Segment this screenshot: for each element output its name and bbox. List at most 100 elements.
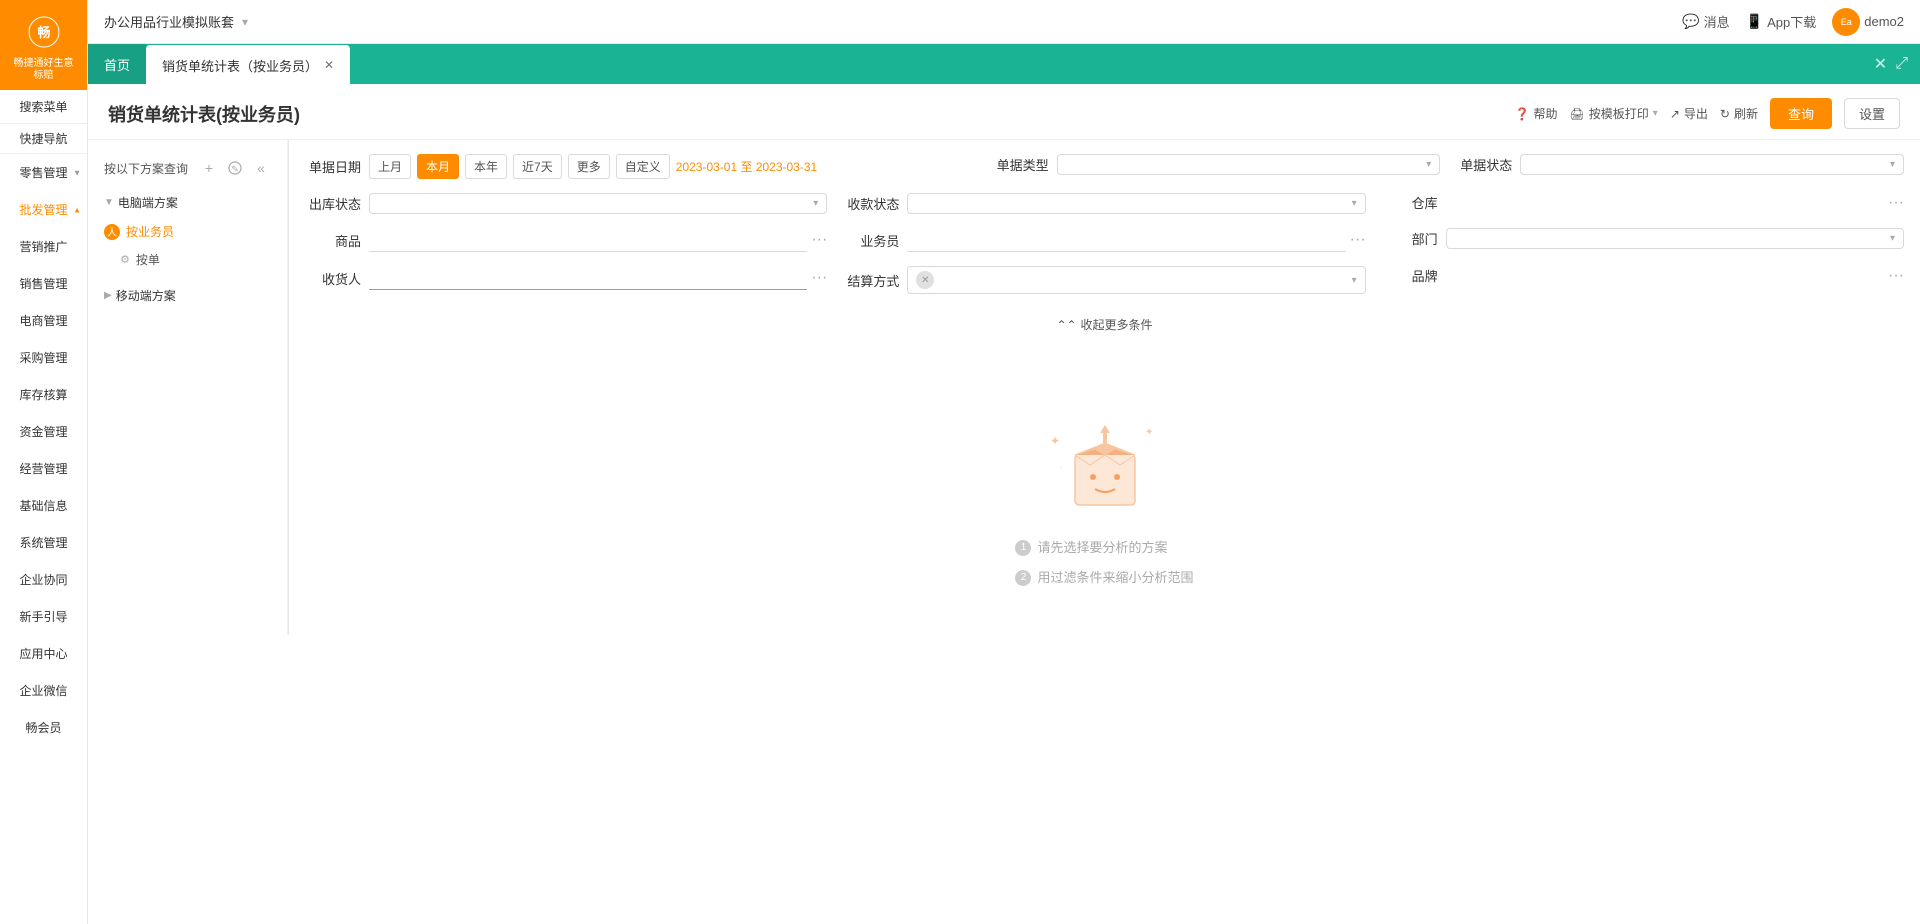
date-btn-this-year[interactable]: 本年	[465, 154, 507, 179]
scheme-item-by-doc-label: 按单	[136, 251, 160, 268]
sidebar-item-guide[interactable]: 新手引导	[0, 598, 87, 635]
goods-dots[interactable]: ···	[811, 231, 827, 249]
date-btn-more[interactable]: 更多	[568, 154, 610, 179]
tab-close-window-icon[interactable]: ✕	[1874, 54, 1887, 74]
out-status-select[interactable]: ▾	[369, 193, 827, 214]
tab-maximize-icon[interactable]: ⤢	[1895, 55, 1908, 73]
consignee-label: 收货人	[305, 269, 361, 288]
pc-scheme-title[interactable]: ▼ 电脑端方案	[88, 188, 287, 217]
mobile-scheme-arrow: ▶	[104, 290, 112, 301]
topbar-user[interactable]: Ea demo2	[1832, 8, 1904, 36]
receipt-status-select[interactable]: ▾	[907, 193, 1365, 214]
message-icon: 💬	[1682, 13, 1699, 30]
doc-status-label: 单据状态	[1456, 155, 1512, 174]
topbar-app-download[interactable]: 📱 App下载	[1746, 12, 1817, 31]
sidebar-item-operation[interactable]: 经营管理	[0, 450, 87, 487]
sidebar-item-ecommerce[interactable]: 电商管理	[0, 302, 87, 339]
sidebar-item-wechat[interactable]: 企业微信	[0, 672, 87, 709]
print-button[interactable]: 🖨 按模板打印 ▾	[1570, 105, 1658, 122]
query-button[interactable]: 查询	[1770, 98, 1832, 129]
topbar-title: 办公用品行业模拟账套	[104, 12, 234, 31]
doc-type-select[interactable]: ▾	[1057, 154, 1441, 175]
filter-field-date: 单据日期 上月 本月 本年 近7天 更多 自定义 2023-03-01 至 20…	[305, 154, 977, 179]
scheme-item-salesman[interactable]: 人 按业务员	[88, 217, 287, 246]
doc-status-select[interactable]: ▾	[1520, 154, 1904, 175]
filter-sidebar-title-label: 按以下方案查询	[104, 160, 188, 177]
sidebar-item-finance[interactable]: 资金管理	[0, 413, 87, 450]
filter-row-3: 商品 ··· 业务员 ···	[305, 228, 1904, 252]
collapse-sidebar-icon[interactable]: «	[251, 158, 271, 178]
empty-icon: ✦ ✦ ·	[1045, 415, 1165, 515]
salesman-label: 业务员	[843, 231, 899, 250]
export-button[interactable]: ↗ 导出	[1670, 105, 1708, 122]
scheme-item-by-doc[interactable]: ⚙ 按单	[88, 246, 287, 273]
refresh-button[interactable]: ↻ 刷新	[1720, 105, 1758, 122]
sidebar-item-retail[interactable]: 零售管理	[0, 154, 87, 191]
refresh-icon: ↻	[1720, 107, 1730, 121]
topbar: 办公用品行业模拟账套 ▾ 💬 消息 📱 App下载 Ea demo2	[88, 0, 1920, 44]
page-header: 销货单统计表(按业务员) ❓ 帮助 🖨 按模板打印 ▾ ↗ 导出	[88, 84, 1920, 140]
date-btn-custom[interactable]: 自定义	[616, 154, 670, 179]
sidebar-item-sales[interactable]: 销售管理	[0, 265, 87, 302]
date-btn-this-month[interactable]: 本月	[417, 154, 459, 179]
sidebar-item-purchase[interactable]: 采购管理	[0, 339, 87, 376]
filter-field-doc-status: 单据状态 ▾	[1456, 154, 1904, 175]
tab-home[interactable]: 首页	[88, 44, 146, 84]
tabbar-actions: ✕ ⤢	[1874, 54, 1920, 74]
print-icon: 🖨	[1570, 107, 1585, 121]
collapse-arrow-icon: ⌃⌃	[1056, 318, 1076, 332]
logo-text: 畅捷通好生意 标赔	[4, 58, 83, 82]
salesman-dots[interactable]: ···	[1350, 231, 1366, 249]
tab-close-icon[interactable]: ✕	[324, 58, 334, 72]
content-area: 销货单统计表(按业务员) ❓ 帮助 🖨 按模板打印 ▾ ↗ 导出	[88, 84, 1920, 924]
sidebar-item-inventory[interactable]: 库存核算	[0, 376, 87, 413]
sidebar-item-wechat-label: 企业微信	[19, 684, 67, 698]
sidebar-item-base-info[interactable]: 基础信息	[0, 487, 87, 524]
sidebar-item-sales-label: 销售管理	[19, 277, 67, 291]
salesman-input[interactable]	[907, 228, 1345, 252]
consignee-input[interactable]	[369, 266, 807, 290]
sidebar-item-wholesale[interactable]: 批发管理	[0, 191, 87, 228]
add-scheme-icon[interactable]: +	[199, 158, 219, 178]
refresh-label: 刷新	[1734, 105, 1758, 122]
logo-svg: 畅	[28, 16, 60, 48]
goods-input[interactable]	[369, 228, 807, 252]
sidebar-item-corp-collab[interactable]: 企业协同	[0, 561, 87, 598]
settings-button[interactable]: 设置	[1844, 98, 1900, 129]
doc-type-arrow: ▾	[1426, 159, 1431, 170]
print-label: 按模板打印	[1589, 105, 1649, 122]
sidebar-logo[interactable]: 畅 畅捷通好生意 标赔	[0, 0, 87, 90]
sidebar-item-vip-label: 畅会员	[25, 721, 61, 735]
payment-clear-button[interactable]: ✕	[916, 271, 934, 289]
payment-select[interactable]: ✕ ▾	[907, 266, 1365, 294]
consignee-dots[interactable]: ···	[811, 269, 827, 287]
svg-text:✎: ✎	[231, 164, 239, 174]
edit-scheme-icon[interactable]: ✎	[225, 158, 245, 178]
collapse-more-button[interactable]: ⌃⌃ 收起更多条件	[305, 308, 1904, 341]
brand-dots[interactable]: ···	[1888, 267, 1904, 285]
date-btn-last-month[interactable]: 上月	[369, 154, 411, 179]
warehouse-dots[interactable]: ···	[1888, 194, 1904, 212]
sidebar-item-vip[interactable]: 畅会员	[0, 709, 87, 746]
tab-sales-stat[interactable]: 销货单统计表（按业务员） ✕	[146, 45, 350, 85]
empty-illustration: ✦ ✦ ·	[1045, 415, 1165, 515]
goods-label: 商品	[305, 231, 361, 250]
sidebar-item-purchase-label: 采购管理	[19, 351, 67, 365]
date-btn-7days[interactable]: 近7天	[513, 154, 562, 179]
mobile-scheme-title[interactable]: ▶ 移动端方案	[88, 281, 287, 310]
department-select[interactable]: ▾	[1446, 228, 1904, 249]
filter-field-salesman: 业务员 ···	[843, 228, 1365, 252]
sidebar-search-item[interactable]: 搜索菜单	[0, 90, 87, 124]
main-area: 办公用品行业模拟账套 ▾ 💬 消息 📱 App下载 Ea demo2 首页	[88, 0, 1920, 924]
sidebar-item-system[interactable]: 系统管理	[0, 524, 87, 561]
help-button[interactable]: ❓ 帮助	[1515, 105, 1558, 122]
page-actions: ❓ 帮助 🖨 按模板打印 ▾ ↗ 导出 ↻ 刷新	[1515, 98, 1900, 129]
sidebar-item-marketing-label: 营销推广	[19, 240, 67, 254]
topbar-message[interactable]: 💬 消息	[1682, 12, 1729, 31]
sidebar-quick-nav[interactable]: 快捷导航	[0, 124, 87, 154]
topbar-dropdown-icon[interactable]: ▾	[242, 15, 248, 29]
sidebar-item-marketing[interactable]: 营销推广	[0, 228, 87, 265]
sidebar-item-app-center[interactable]: 应用中心	[0, 635, 87, 672]
collapse-more-label: 收起更多条件	[1081, 316, 1153, 333]
filter-row-1: 单据日期 上月 本月 本年 近7天 更多 自定义 2023-03-01 至 20…	[305, 154, 1904, 179]
